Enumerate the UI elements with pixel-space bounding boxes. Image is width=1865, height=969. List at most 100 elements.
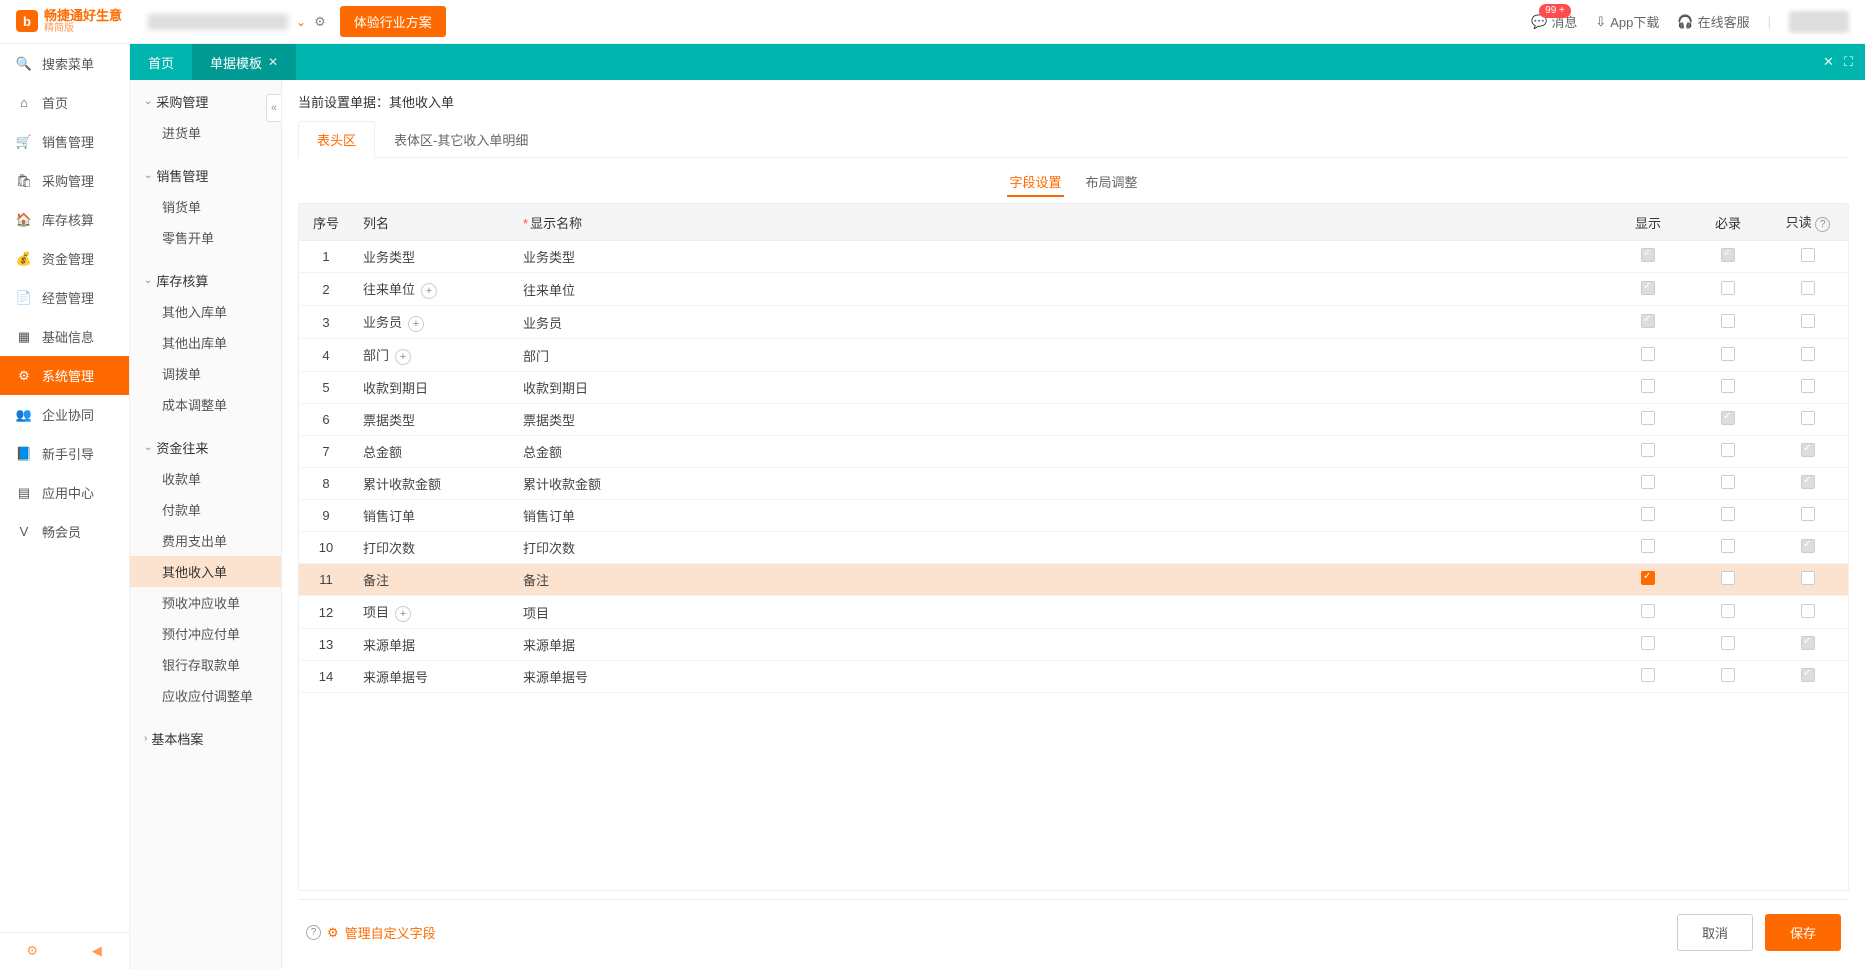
sidebar-item-apps[interactable]: ▤应用中心 (0, 473, 129, 512)
checkbox[interactable] (1721, 571, 1735, 585)
sidebar-item-vip[interactable]: V畅会员 (0, 512, 129, 551)
secnav-item[interactable]: 银行存取款单 (130, 649, 281, 680)
checkbox[interactable] (1721, 443, 1735, 457)
checkbox[interactable] (1721, 668, 1735, 682)
checkbox[interactable] (1801, 604, 1815, 618)
sub-tab[interactable]: 字段设置 (1007, 168, 1063, 197)
secnav-item[interactable]: 其他出库单 (130, 327, 281, 358)
checkbox[interactable] (1801, 507, 1815, 521)
company-selector[interactable]: ⌄ (148, 14, 306, 30)
secnav-group[interactable]: ⌄销售管理 (130, 160, 281, 191)
secnav-item[interactable]: 进货单 (130, 117, 281, 148)
cell-display[interactable]: 打印次数 (513, 532, 1608, 564)
cell-display[interactable]: 往来单位 (513, 273, 1608, 306)
sidebar-item-bag[interactable]: 🛍采购管理 (0, 161, 129, 200)
secnav-item[interactable]: 预付冲应付单 (130, 618, 281, 649)
settings-icon[interactable]: ⚙ (314, 14, 326, 30)
secnav-item[interactable]: 预收冲应收单 (130, 587, 281, 618)
sidebar-collapse-icon[interactable]: ◀ (65, 933, 130, 969)
tab[interactable]: 首页 (130, 44, 192, 80)
help-icon[interactable]: ? (306, 925, 321, 940)
checkbox[interactable] (1641, 571, 1655, 585)
close-icon[interactable]: ✕ (268, 55, 278, 69)
checkbox[interactable] (1641, 636, 1655, 650)
cell-display[interactable]: 票据类型 (513, 404, 1608, 436)
sidebar-item-team[interactable]: 👥企业协同 (0, 395, 129, 434)
cell-display[interactable]: 来源单据 (513, 629, 1608, 661)
checkbox[interactable] (1801, 379, 1815, 393)
plus-icon[interactable]: + (395, 606, 411, 622)
checkbox[interactable] (1641, 379, 1655, 393)
cell-display[interactable]: 业务类型 (513, 241, 1608, 273)
cell-display[interactable]: 累计收款金额 (513, 468, 1608, 500)
secnav-item[interactable]: 零售开单 (130, 222, 281, 253)
sidebar-item-house[interactable]: 🏠库存核算 (0, 200, 129, 239)
help-icon[interactable]: ? (1815, 217, 1830, 232)
checkbox[interactable] (1641, 347, 1655, 361)
checkbox[interactable] (1801, 314, 1815, 328)
sidebar-item-search[interactable]: 🔍搜索菜单 (0, 44, 129, 83)
sidebar-item-money[interactable]: 💰资金管理 (0, 239, 129, 278)
sub-tab[interactable]: 布局调整 (1084, 168, 1140, 197)
plus-icon[interactable]: + (421, 283, 437, 299)
checkbox[interactable] (1641, 604, 1655, 618)
sidebar-item-report[interactable]: 📄经营管理 (0, 278, 129, 317)
tab-close-all-icon[interactable]: ✕ (1823, 54, 1834, 70)
checkbox[interactable] (1721, 604, 1735, 618)
cell-display[interactable]: 部门 (513, 339, 1608, 372)
checkbox[interactable] (1721, 379, 1735, 393)
checkbox[interactable] (1721, 347, 1735, 361)
industry-plan-button[interactable]: 体验行业方案 (340, 6, 446, 37)
cell-display[interactable]: 销售订单 (513, 500, 1608, 532)
checkbox[interactable] (1721, 507, 1735, 521)
checkbox[interactable] (1641, 443, 1655, 457)
cell-display[interactable]: 备注 (513, 564, 1608, 596)
secnav-group[interactable]: ⌄资金往来 (130, 432, 281, 463)
checkbox[interactable] (1641, 411, 1655, 425)
secnav-item[interactable]: 付款单 (130, 494, 281, 525)
tab[interactable]: 单据模板✕ (192, 44, 296, 80)
cell-display[interactable]: 项目 (513, 596, 1608, 629)
panel-tab[interactable]: 表头区 (298, 121, 375, 158)
sidebar-item-home[interactable]: ⌂首页 (0, 83, 129, 122)
secnav-group[interactable]: ⌄采购管理 (130, 86, 281, 117)
sidebar-item-cube[interactable]: ▦基础信息 (0, 317, 129, 356)
checkbox[interactable] (1801, 571, 1815, 585)
checkbox[interactable] (1721, 281, 1735, 295)
sidebar-item-cart[interactable]: 🛒销售管理 (0, 122, 129, 161)
plus-icon[interactable]: + (395, 349, 411, 365)
cell-display[interactable]: 业务员 (513, 306, 1608, 339)
checkbox[interactable] (1721, 314, 1735, 328)
checkbox[interactable] (1801, 281, 1815, 295)
secnav-group[interactable]: ⌄库存核算 (130, 265, 281, 296)
secnav-item[interactable]: 销货单 (130, 191, 281, 222)
secnav-item[interactable]: 其他收入单 (130, 556, 281, 587)
plus-icon[interactable]: + (408, 316, 424, 332)
secnav-group[interactable]: ›基本档案 (130, 723, 281, 754)
cell-display[interactable]: 来源单据号 (513, 661, 1608, 693)
checkbox[interactable] (1641, 475, 1655, 489)
logo[interactable]: b 畅捷通好生意 精简版 (16, 9, 134, 34)
cancel-button[interactable]: 取消 (1677, 914, 1753, 951)
secnav-item[interactable]: 调拨单 (130, 358, 281, 389)
cell-display[interactable]: 收款到期日 (513, 372, 1608, 404)
checkbox[interactable] (1721, 636, 1735, 650)
online-service-button[interactable]: 🎧 在线客服 (1677, 12, 1749, 31)
secnav-item[interactable]: 成本调整单 (130, 389, 281, 420)
app-download-button[interactable]: ⇩ App下载 (1595, 12, 1659, 31)
secnav-collapse-icon[interactable]: « (266, 94, 282, 122)
fullscreen-icon[interactable]: ⛶ (1844, 54, 1853, 70)
manage-custom-fields-link[interactable]: 管理自定义字段 (345, 923, 436, 942)
cell-display[interactable]: 总金额 (513, 436, 1608, 468)
messages-button[interactable]: 99 + 💬 消息 (1531, 12, 1577, 31)
checkbox[interactable] (1801, 411, 1815, 425)
secnav-item[interactable]: 其他入库单 (130, 296, 281, 327)
sidebar-item-guide[interactable]: 📘新手引导 (0, 434, 129, 473)
secnav-item[interactable]: 应收应付调整单 (130, 680, 281, 711)
panel-tab[interactable]: 表体区-其它收入单明细 (375, 121, 547, 157)
checkbox[interactable] (1721, 539, 1735, 553)
checkbox[interactable] (1641, 539, 1655, 553)
secnav-item[interactable]: 收款单 (130, 463, 281, 494)
sidebar-settings-icon[interactable]: ⚙ (0, 933, 65, 969)
sidebar-item-gear[interactable]: ⚙系统管理 (0, 356, 129, 395)
